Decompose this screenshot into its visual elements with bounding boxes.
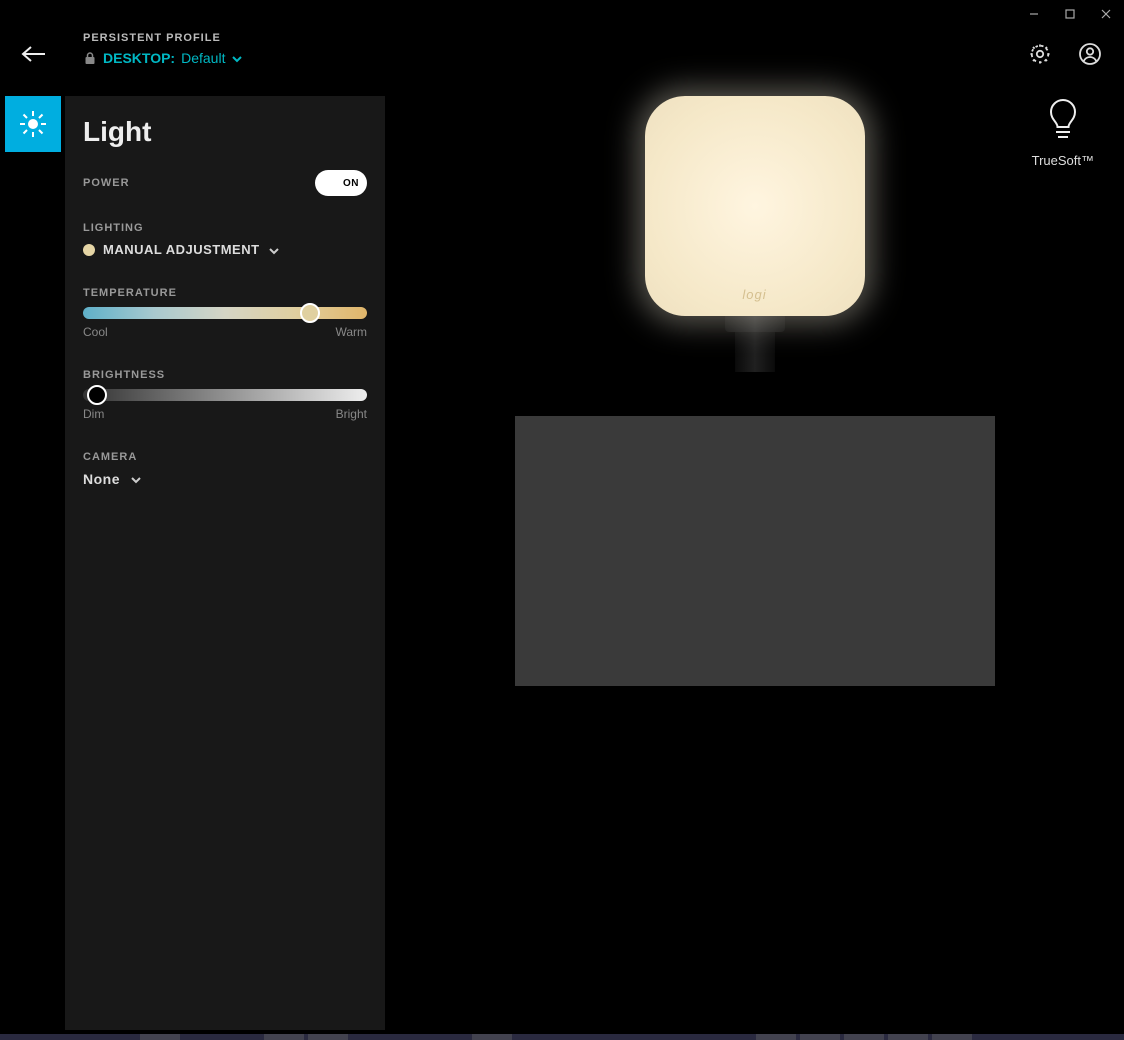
lamp-face: logi [645,96,865,316]
temperature-slider[interactable] [83,307,367,319]
camera-block: CAMERA None [83,451,367,487]
panel-title: Light [83,116,367,148]
brightness-min-label: Dim [83,407,104,421]
temperature-block: TEMPERATURE Cool Warm [83,287,367,339]
power-toggle-label: ON [343,178,359,189]
brightness-label: BRIGHTNESS [83,369,367,381]
persistent-profile-label: PERSISTENT PROFILE [83,32,1026,44]
maximize-button[interactable] [1052,0,1088,28]
lighting-color-swatch [83,244,95,256]
window-controls [1016,0,1124,28]
brightness-block: BRIGHTNESS Dim Bright [83,369,367,421]
gear-icon [1028,42,1052,66]
camera-label: CAMERA [83,451,367,463]
brightness-slider[interactable] [83,389,367,401]
lock-icon [83,51,97,65]
profile-selector[interactable]: DESKTOP: Default [83,50,1026,66]
power-toggle[interactable]: ON [315,170,367,196]
temperature-slider-handle[interactable] [300,303,320,323]
temperature-max-label: Warm [335,325,367,339]
temperature-label: TEMPERATURE [83,287,367,299]
brightness-max-label: Bright [336,407,367,421]
light-panel: Light POWER ON LIGHTING MANUAL ADJUSTMEN… [65,96,385,1030]
camera-preview-pane [515,416,995,686]
close-button[interactable] [1088,0,1124,28]
lighting-label: LIGHTING [83,222,367,234]
power-label: POWER [83,177,130,189]
preview-area: TrueSoft™ logi [385,96,1124,1030]
camera-selector[interactable]: None [83,471,367,487]
taskbar-item[interactable] [844,1034,884,1040]
lighting-mode-selector[interactable]: MANUAL ADJUSTMENT [83,242,367,257]
temperature-min-label: Cool [83,325,108,339]
power-row: POWER ON [83,170,367,196]
lamp-brand-label: logi [742,287,766,302]
back-button[interactable] [20,40,48,68]
profile-block: PERSISTENT PROFILE DESKTOP: Default [83,32,1026,66]
header-icons [1026,40,1104,68]
taskbar-item[interactable] [756,1034,796,1040]
truesoft-badge: TrueSoft™ [1032,96,1094,168]
truesoft-label: TrueSoft™ [1032,153,1094,168]
device-image: logi [635,96,875,376]
taskbar [0,1034,1124,1040]
sun-icon [18,109,48,139]
minimize-button[interactable] [1016,0,1052,28]
temperature-range-labels: Cool Warm [83,325,367,339]
camera-value: None [83,471,120,487]
avatar-icon [1078,42,1102,66]
taskbar-item[interactable] [888,1034,928,1040]
chevron-down-icon [130,473,142,485]
lighting-mode-text: MANUAL ADJUSTMENT [103,242,260,257]
bulb-icon [1043,96,1083,142]
settings-button[interactable] [1026,40,1054,68]
taskbar-item[interactable] [800,1034,840,1040]
taskbar-item[interactable] [308,1034,348,1040]
taskbar-item[interactable] [472,1034,512,1040]
taskbar-item[interactable] [932,1034,972,1040]
chevron-down-icon [231,52,243,64]
lamp-mount-stem [735,332,775,372]
brightness-slider-handle[interactable] [87,385,107,405]
profile-name: Default [181,50,225,66]
lamp-mount-top [725,316,785,332]
brightness-range-labels: Dim Bright [83,407,367,421]
chevron-down-icon [268,244,280,256]
tab-light[interactable] [5,96,61,152]
side-tab-bar [5,96,61,152]
profile-desktop-label: DESKTOP: [103,50,175,66]
header: PERSISTENT PROFILE DESKTOP: Default [20,30,1104,68]
account-button[interactable] [1076,40,1104,68]
taskbar-item[interactable] [264,1034,304,1040]
taskbar-item[interactable] [140,1034,180,1040]
